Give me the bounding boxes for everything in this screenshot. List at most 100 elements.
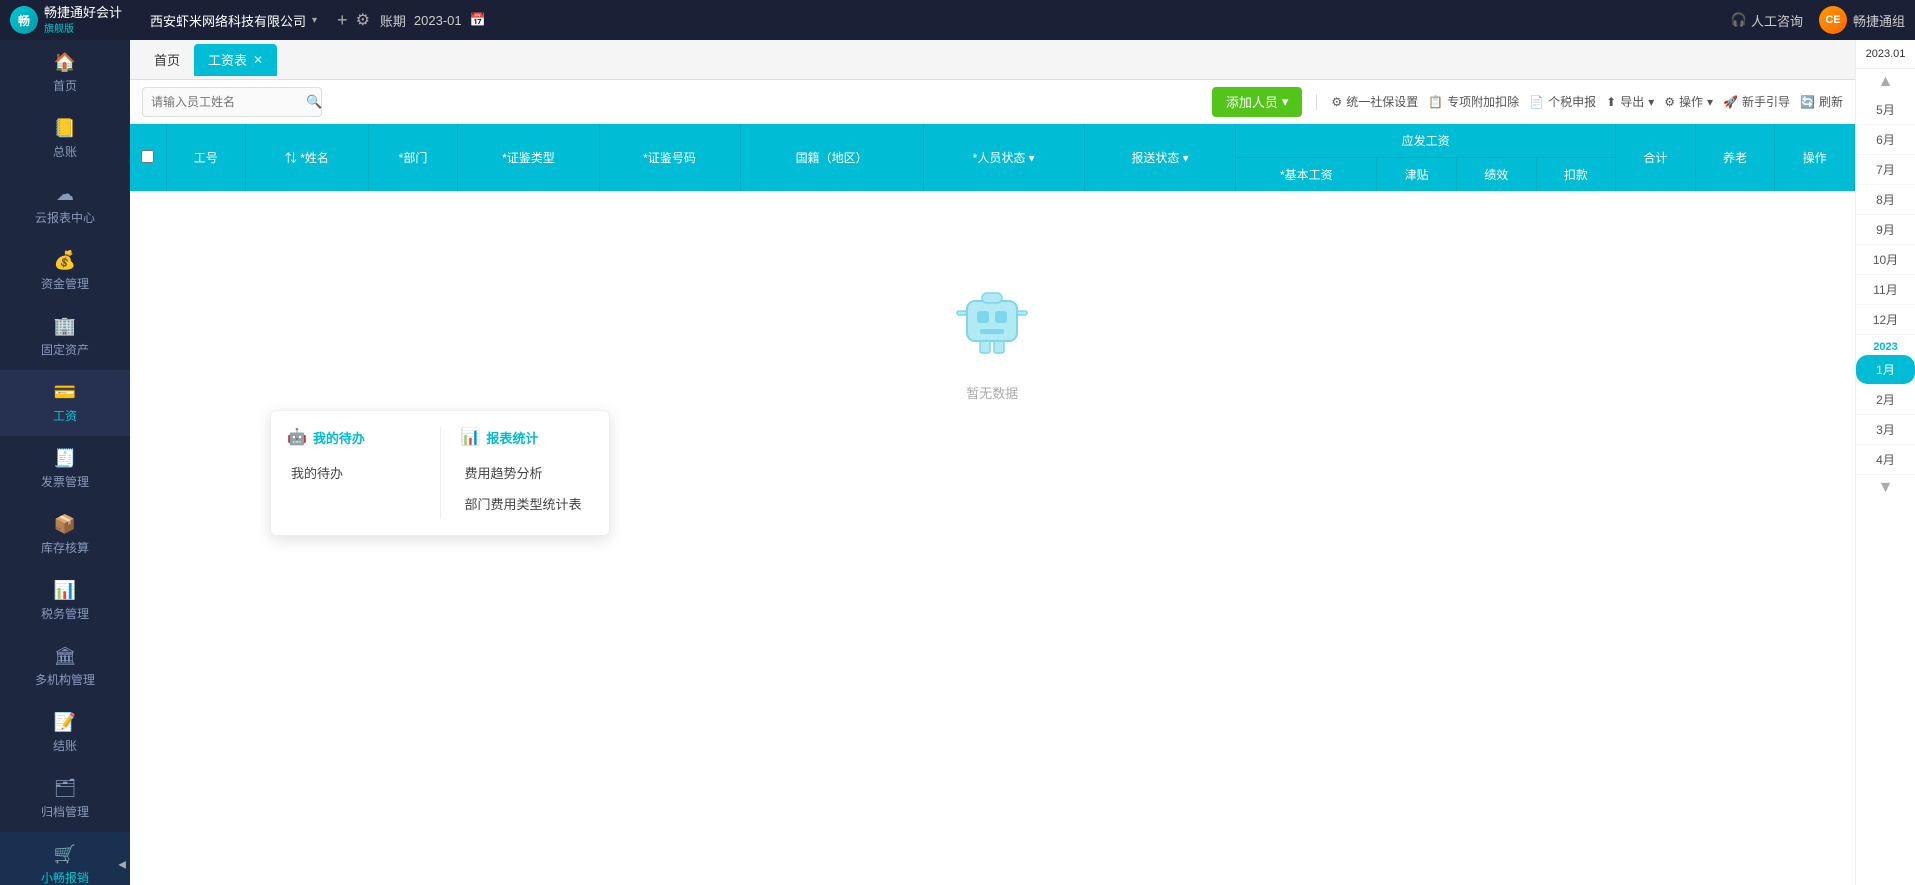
rp-month-9[interactable]: 9月 <box>1856 215 1915 245</box>
rp-month-2[interactable]: 2月 <box>1856 385 1915 415</box>
account-icon: 📝 <box>54 712 76 733</box>
rp-month-6[interactable]: 6月 <box>1856 125 1915 155</box>
rp-year-2023: 2023 <box>1873 335 1897 355</box>
cloud-icon: ☁ <box>56 184 74 205</box>
user-name: 畅捷通组 <box>1853 11 1905 30</box>
sidebar-item-cloud[interactable]: ☁ 云报表中心 <box>0 172 130 238</box>
sidebar-item-multi[interactable]: 🏛 多机构管理 <box>0 634 130 700</box>
rp-header-label: 2023.01 <box>1866 48 1906 60</box>
sidebar-label-multi: 多机构管理 <box>35 671 95 688</box>
add-icon[interactable]: + <box>337 10 348 31</box>
invoice-icon: 🧾 <box>54 448 76 469</box>
rp-month-4[interactable]: 4月 <box>1856 445 1915 475</box>
sidebar-label-inventory: 库存核算 <box>41 539 89 556</box>
period-label: 账期 <box>380 11 406 30</box>
tab-home-label: 首页 <box>154 50 180 69</box>
rp-up-arrow[interactable]: ▲ <box>1874 69 1898 95</box>
sidebar-item-salary[interactable]: 💳 工资 <box>0 370 130 436</box>
tab-salary[interactable]: 工资表 ✕ <box>194 44 277 76</box>
inventory-icon: 📦 <box>54 514 76 535</box>
social-security-label: 统一社保设置 <box>1346 93 1418 110</box>
dp-item-deptstat[interactable]: 部门费用类型统计表 <box>461 488 594 519</box>
sidebar-item-fund[interactable]: 💰 资金管理 <box>0 238 130 304</box>
export-action[interactable]: ⬆ 导出 ▾ <box>1606 93 1654 110</box>
sidebar-item-ledger[interactable]: 📒 总账 <box>0 106 130 172</box>
sidebar-item-archive[interactable]: 🗂 归档管理 <box>0 766 130 832</box>
th-total: 合计 <box>1616 124 1696 191</box>
sidebar-item-invoice[interactable]: 🧾 发票管理 <box>0 436 130 502</box>
th-pension: 养老 <box>1695 124 1775 191</box>
rp-month-8[interactable]: 8月 <box>1856 185 1915 215</box>
rp-month-10[interactable]: 10月 <box>1856 245 1915 275</box>
th-number: 工号 <box>166 124 246 191</box>
rp-header: 2023.01 <box>1856 40 1915 69</box>
th-operation: 操作 <box>1775 124 1855 191</box>
dp-report-label: 报表统计 <box>486 428 538 447</box>
newguide-action[interactable]: 🚀 新手引导 <box>1723 93 1790 110</box>
search-input[interactable] <box>151 95 306 109</box>
sidebar-label-fund: 资金管理 <box>41 275 89 292</box>
no-data-illustration <box>942 271 1042 371</box>
company-name: 西安虾米网络科技有限公司 <box>150 11 306 30</box>
top-bar: 畅 畅捷通好会计 旗舰版 西安虾米网络科技有限公司 ▾ + ⚙ 账期 2023-… <box>0 0 1915 40</box>
social-security-icon: ⚙ <box>1331 95 1342 109</box>
th-yingfa: 应发工资 <box>1236 124 1616 158</box>
social-security-action[interactable]: ⚙ 统一社保设置 <box>1331 93 1418 110</box>
search-icon: 🔍 <box>306 94 322 110</box>
add-person-label: 添加人员 <box>1226 92 1278 111</box>
content-area: 首页 工资表 ✕ 🔍 添加人员 ▾ ⚙ 统一社保设置 <box>130 40 1855 885</box>
personal-tax-action[interactable]: 📄 个税申报 <box>1529 93 1596 110</box>
logo-icon: 畅 <box>10 6 38 34</box>
dp-item-trend[interactable]: 费用趋势分析 <box>461 457 594 488</box>
user-area[interactable]: CE 畅捷通组 <box>1819 6 1905 34</box>
special-add-label: 专项附加扣除 <box>1447 93 1519 110</box>
add-person-arrow: ▾ <box>1282 94 1289 110</box>
select-all-checkbox[interactable] <box>141 150 154 163</box>
period-value: 2023-01 <box>414 13 462 28</box>
refresh-action[interactable]: 🔄 刷新 <box>1800 93 1843 110</box>
filter-icon[interactable]: ▾ <box>1029 151 1035 165</box>
user-avatar: CE <box>1819 6 1847 34</box>
logo-title: 畅捷通好会计 <box>44 5 122 21</box>
company-selector[interactable]: 西安虾米网络科技有限公司 ▾ <box>140 11 327 30</box>
refresh-icon: 🔄 <box>1800 95 1815 109</box>
sidebar-item-tax[interactable]: 📊 税务管理 <box>0 568 130 634</box>
calendar-icon[interactable]: 📅 <box>470 12 486 28</box>
sidebar-item-assets[interactable]: 🏢 固定资产 <box>0 304 130 370</box>
tab-salary-close[interactable]: ✕ <box>253 53 263 67</box>
settings-icon[interactable]: ⚙ <box>356 10 370 30</box>
filter-icon2[interactable]: ▾ <box>1183 151 1189 165</box>
tab-home[interactable]: 首页 <box>140 44 194 76</box>
dropdown-popup: 🤖 我的待办 我的待办 📊 报表统计 费用趋势分析 <box>270 410 610 536</box>
th-nation: 国籍（地区） <box>740 124 923 191</box>
operation-action[interactable]: ⚙ 操作 ▾ <box>1664 93 1713 110</box>
sort-icon: ⇅ <box>285 151 297 165</box>
special-add-icon: 📋 <box>1428 95 1443 109</box>
assets-icon: 🏢 <box>54 316 76 337</box>
sidebar-item-home[interactable]: 🏠 首页 <box>0 40 130 106</box>
rp-month-3[interactable]: 3月 <box>1856 415 1915 445</box>
rp-down-arrow[interactable]: ▼ <box>1874 475 1898 501</box>
operation-icon: ⚙ <box>1664 95 1675 109</box>
rp-month-12[interactable]: 12月 <box>1856 305 1915 335</box>
add-person-button[interactable]: 添加人员 ▾ <box>1212 87 1303 117</box>
help-area[interactable]: 🎧 人工咨询 <box>1731 11 1803 30</box>
main-layout: 🏠 首页 📒 总账 ☁ 云报表中心 💰 资金管理 🏢 固定资产 💳 工资 🧾 发… <box>0 40 1915 885</box>
sidebar-item-inventory[interactable]: 📦 库存核算 <box>0 502 130 568</box>
rp-month-5[interactable]: 5月 <box>1856 95 1915 125</box>
rp-month-7[interactable]: 7月 <box>1856 155 1915 185</box>
sidebar-item-xiaochang[interactable]: 🛒 小畅报销 ◀ <box>0 832 130 885</box>
salary-icon: 💳 <box>54 382 76 403</box>
home-icon: 🏠 <box>54 52 76 73</box>
export-arrow: ▾ <box>1648 95 1654 109</box>
sidebar-label-ledger: 总账 <box>53 143 77 160</box>
rp-month-1[interactable]: 1月 <box>1856 355 1915 385</box>
th-allowance: 津贴 <box>1377 158 1457 192</box>
operation-label: 操作 <box>1679 93 1703 110</box>
rp-month-11[interactable]: 11月 <box>1856 275 1915 305</box>
special-add-action[interactable]: 📋 专项附加扣除 <box>1428 93 1519 110</box>
dp-item-mytodo[interactable]: 我的待办 <box>287 457 420 488</box>
th-base-salary: *基本工资 <box>1236 158 1377 192</box>
tab-salary-label: 工资表 <box>208 50 247 69</box>
sidebar-item-account[interactable]: 📝 结账 <box>0 700 130 766</box>
